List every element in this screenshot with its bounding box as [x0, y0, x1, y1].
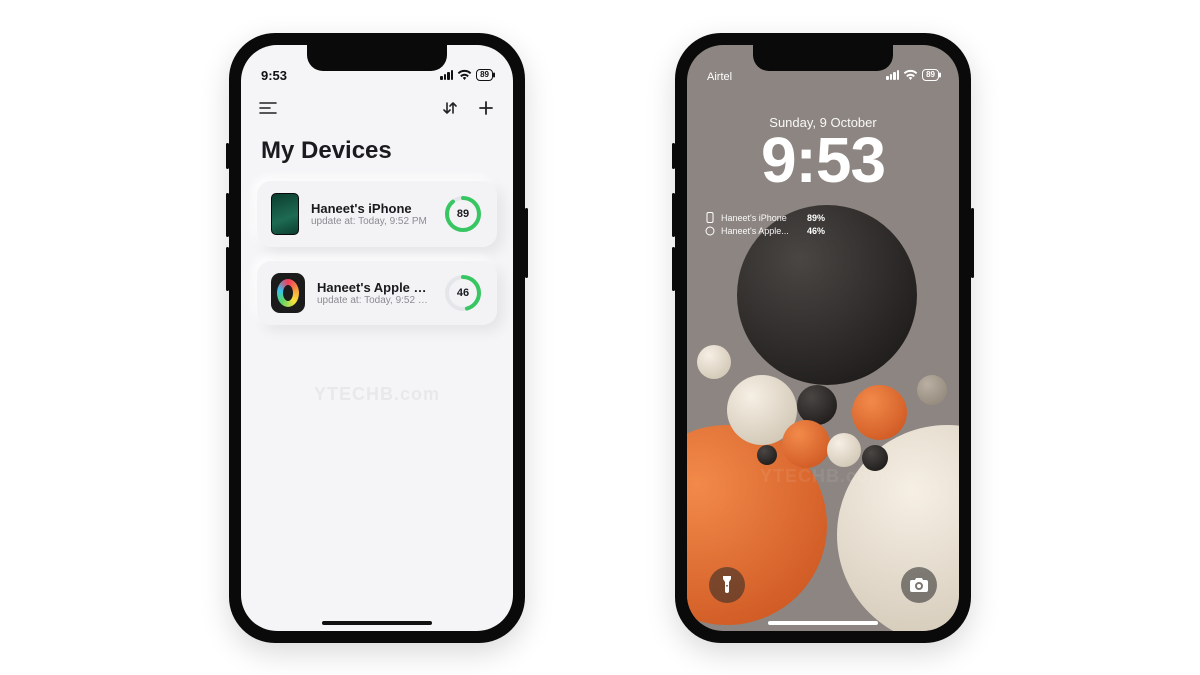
- iphone-glyph-icon: [705, 213, 715, 223]
- lock-screen: Airtel 89: [687, 45, 959, 631]
- device-name: Haneet's Apple Wat...: [317, 280, 431, 295]
- device-card[interactable]: Haneet's Apple Wat... update at: Today, …: [257, 261, 497, 325]
- sort-icon[interactable]: [439, 97, 461, 119]
- battery-widget[interactable]: Haneet's iPhone 89% Haneet's Apple... 46…: [705, 213, 825, 239]
- cellular-icon: [886, 70, 899, 80]
- device-name: Haneet's iPhone: [311, 201, 431, 216]
- battery-percent: 89: [443, 194, 483, 234]
- lock-time: 9:53: [687, 127, 959, 194]
- widget-row: Haneet's iPhone 89%: [705, 213, 825, 223]
- status-time: 9:53: [261, 68, 287, 83]
- home-indicator[interactable]: [322, 621, 432, 625]
- battery-ring: 89: [443, 194, 483, 234]
- add-icon[interactable]: [475, 97, 497, 119]
- wifi-icon: [903, 68, 918, 83]
- app-screen: 9:53 89: [241, 45, 513, 631]
- toolbar: [257, 97, 497, 119]
- cellular-icon: [440, 70, 453, 80]
- battery-ring: 46: [443, 273, 483, 313]
- notch: [307, 45, 447, 71]
- carrier-label: Airtel: [707, 71, 732, 83]
- watermark: YTECHB.com: [241, 384, 513, 405]
- widget-row: Haneet's Apple... 46%: [705, 226, 825, 236]
- menu-icon[interactable]: [257, 97, 279, 119]
- battery-percent: 46: [443, 273, 483, 313]
- device-updated: update at: Today, 9:52 PM: [311, 216, 431, 227]
- phone-right: Airtel 89: [675, 33, 971, 643]
- iphone-icon: [271, 193, 299, 235]
- watch-icon: [271, 273, 305, 313]
- wifi-icon: [457, 68, 472, 83]
- battery-icon: 89: [476, 69, 493, 81]
- home-indicator[interactable]: [768, 621, 878, 625]
- notch: [753, 45, 893, 71]
- page-title: My Devices: [261, 137, 493, 165]
- camera-button[interactable]: [901, 567, 937, 603]
- device-updated: update at: Today, 9:52 PM: [317, 295, 431, 306]
- watch-glyph-icon: [705, 226, 715, 236]
- device-card[interactable]: Haneet's iPhone update at: Today, 9:52 P…: [257, 181, 497, 247]
- battery-icon: 89: [922, 69, 939, 81]
- phone-left: 9:53 89: [229, 33, 525, 643]
- flashlight-button[interactable]: [709, 567, 745, 603]
